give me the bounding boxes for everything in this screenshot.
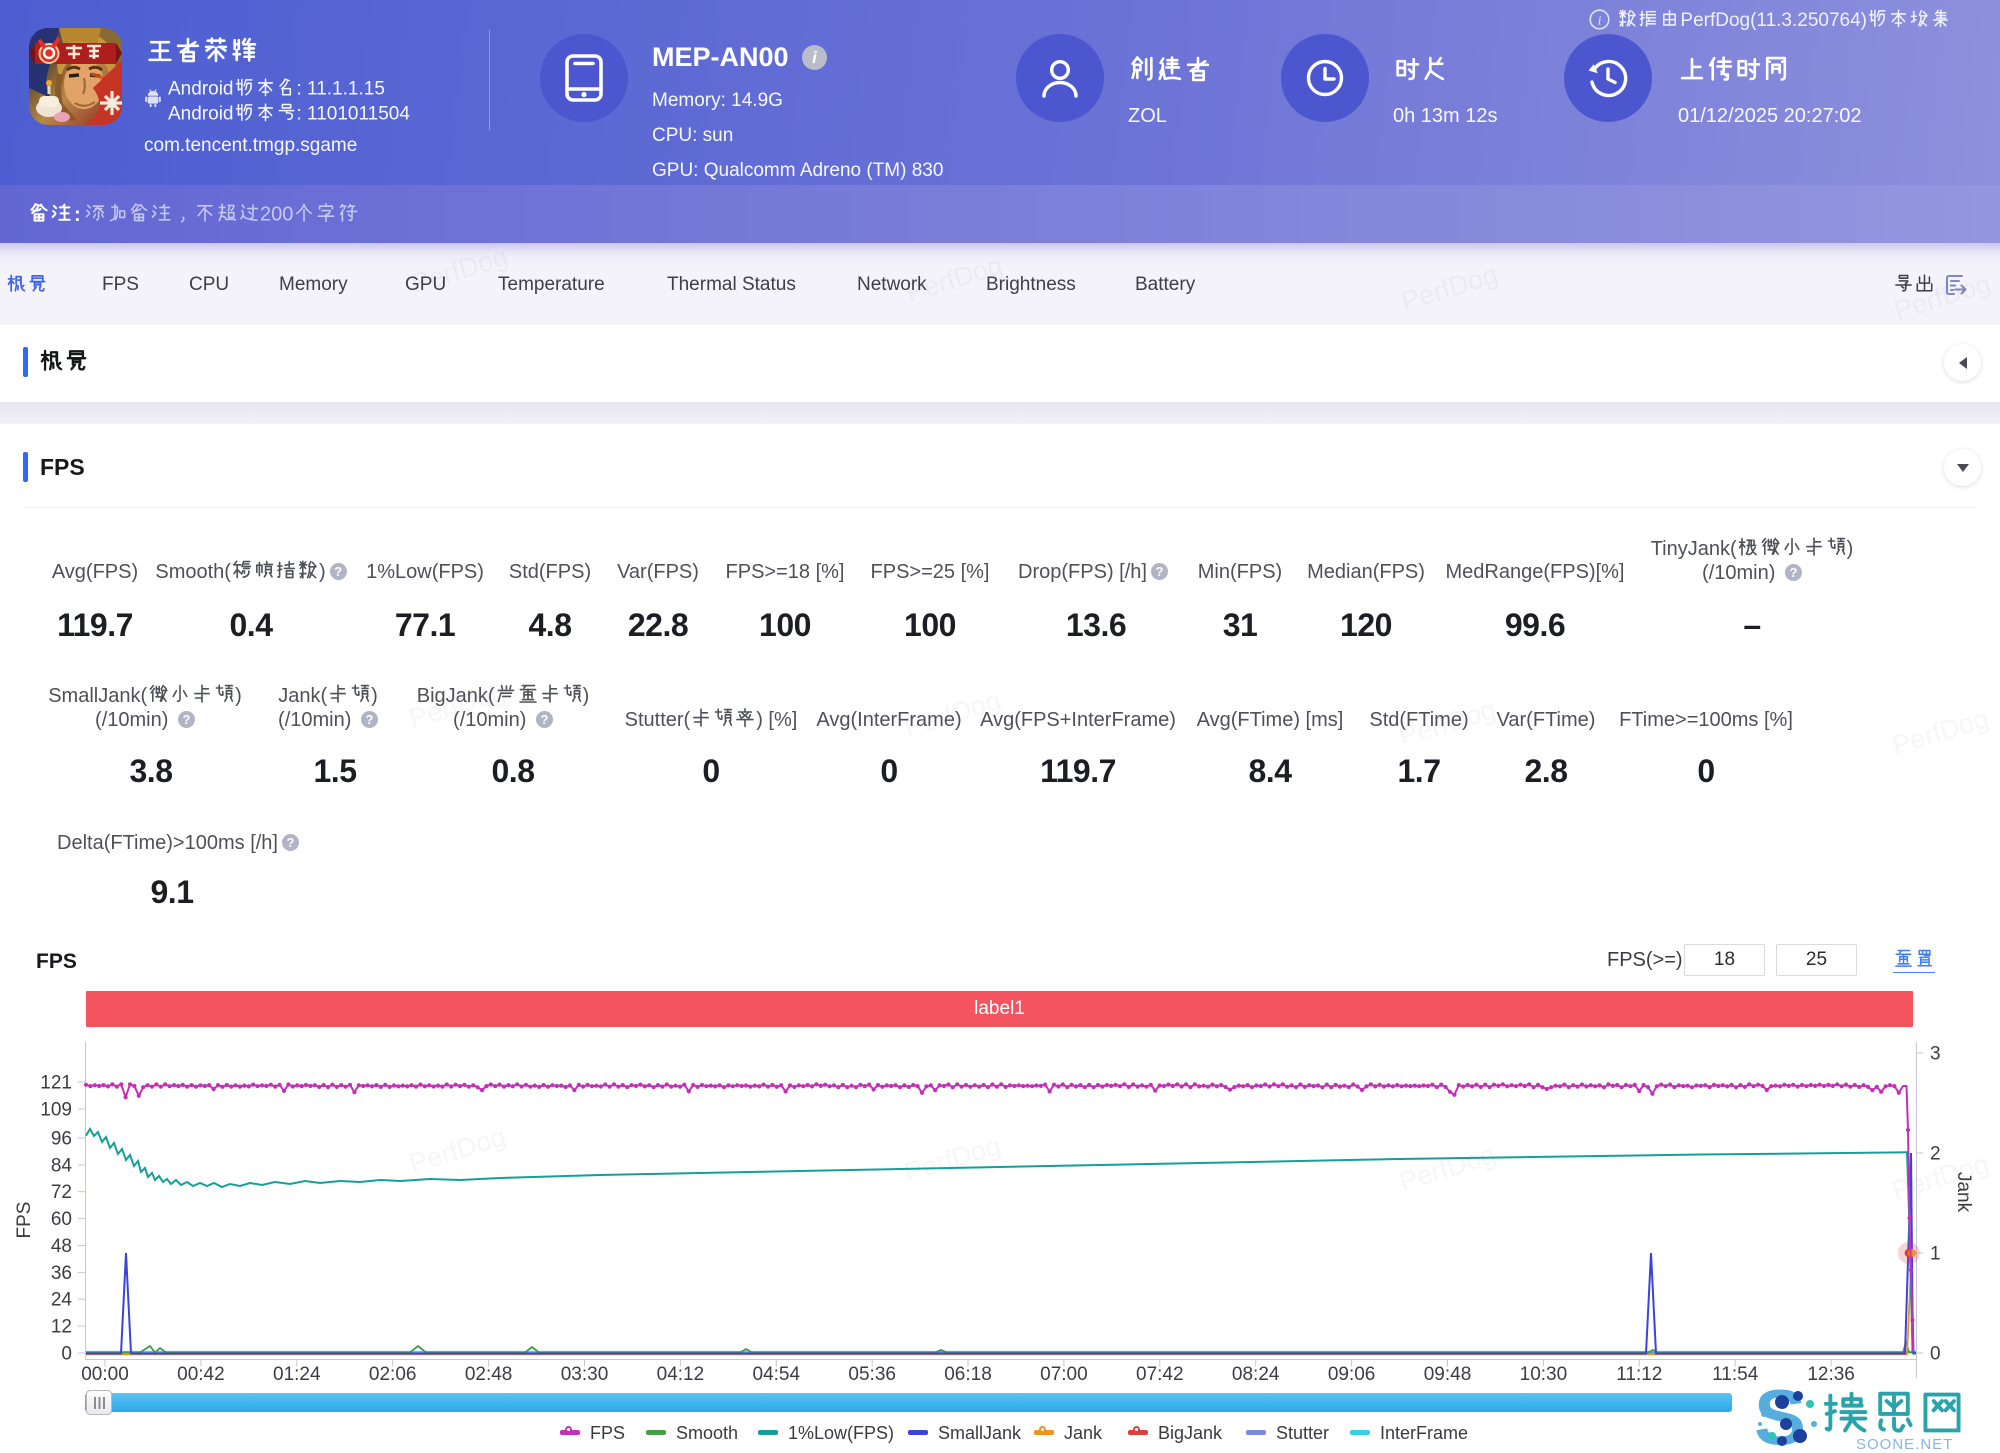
- svg-text:07:00: 07:00: [1040, 1364, 1088, 1385]
- svg-text:36: 36: [51, 1263, 72, 1284]
- svg-text:60: 60: [51, 1209, 72, 1230]
- svg-text:11:12: 11:12: [1616, 1364, 1662, 1385]
- svg-text:11:54: 11:54: [1712, 1364, 1759, 1385]
- svg-text:FPS: FPS: [14, 1202, 35, 1239]
- svg-text:84: 84: [51, 1155, 73, 1176]
- svg-text:1: 1: [1930, 1244, 1941, 1265]
- svg-text:0: 0: [61, 1344, 72, 1365]
- svg-text:04:54: 04:54: [753, 1364, 801, 1385]
- svg-text:02:48: 02:48: [465, 1364, 513, 1385]
- svg-text:24: 24: [51, 1290, 73, 1311]
- svg-text:05:36: 05:36: [848, 1364, 896, 1385]
- svg-text:09:48: 09:48: [1424, 1364, 1472, 1385]
- svg-text:00:42: 00:42: [177, 1364, 225, 1385]
- svg-text:109: 109: [40, 1099, 72, 1120]
- svg-text:07:42: 07:42: [1136, 1364, 1184, 1385]
- svg-text:121: 121: [40, 1073, 72, 1094]
- svg-text:i: i: [1598, 13, 1602, 28]
- svg-text:10:30: 10:30: [1520, 1364, 1568, 1385]
- svg-text:09:06: 09:06: [1328, 1364, 1376, 1385]
- svg-text:0: 0: [1930, 1344, 1941, 1365]
- svg-text:06:18: 06:18: [944, 1364, 992, 1385]
- svg-text:48: 48: [51, 1236, 72, 1257]
- svg-text:12:36: 12:36: [1807, 1364, 1855, 1385]
- svg-text:72: 72: [51, 1182, 72, 1203]
- svg-text:12: 12: [51, 1317, 72, 1338]
- svg-text:02:06: 02:06: [369, 1364, 417, 1385]
- svg-text:00:00: 00:00: [81, 1364, 129, 1385]
- svg-text:08:24: 08:24: [1232, 1364, 1280, 1385]
- svg-text:01:24: 01:24: [273, 1364, 321, 1385]
- svg-text:04:12: 04:12: [657, 1364, 705, 1385]
- svg-text:03:30: 03:30: [561, 1364, 609, 1385]
- svg-text:96: 96: [51, 1129, 72, 1150]
- svg-text:3: 3: [1930, 1044, 1941, 1065]
